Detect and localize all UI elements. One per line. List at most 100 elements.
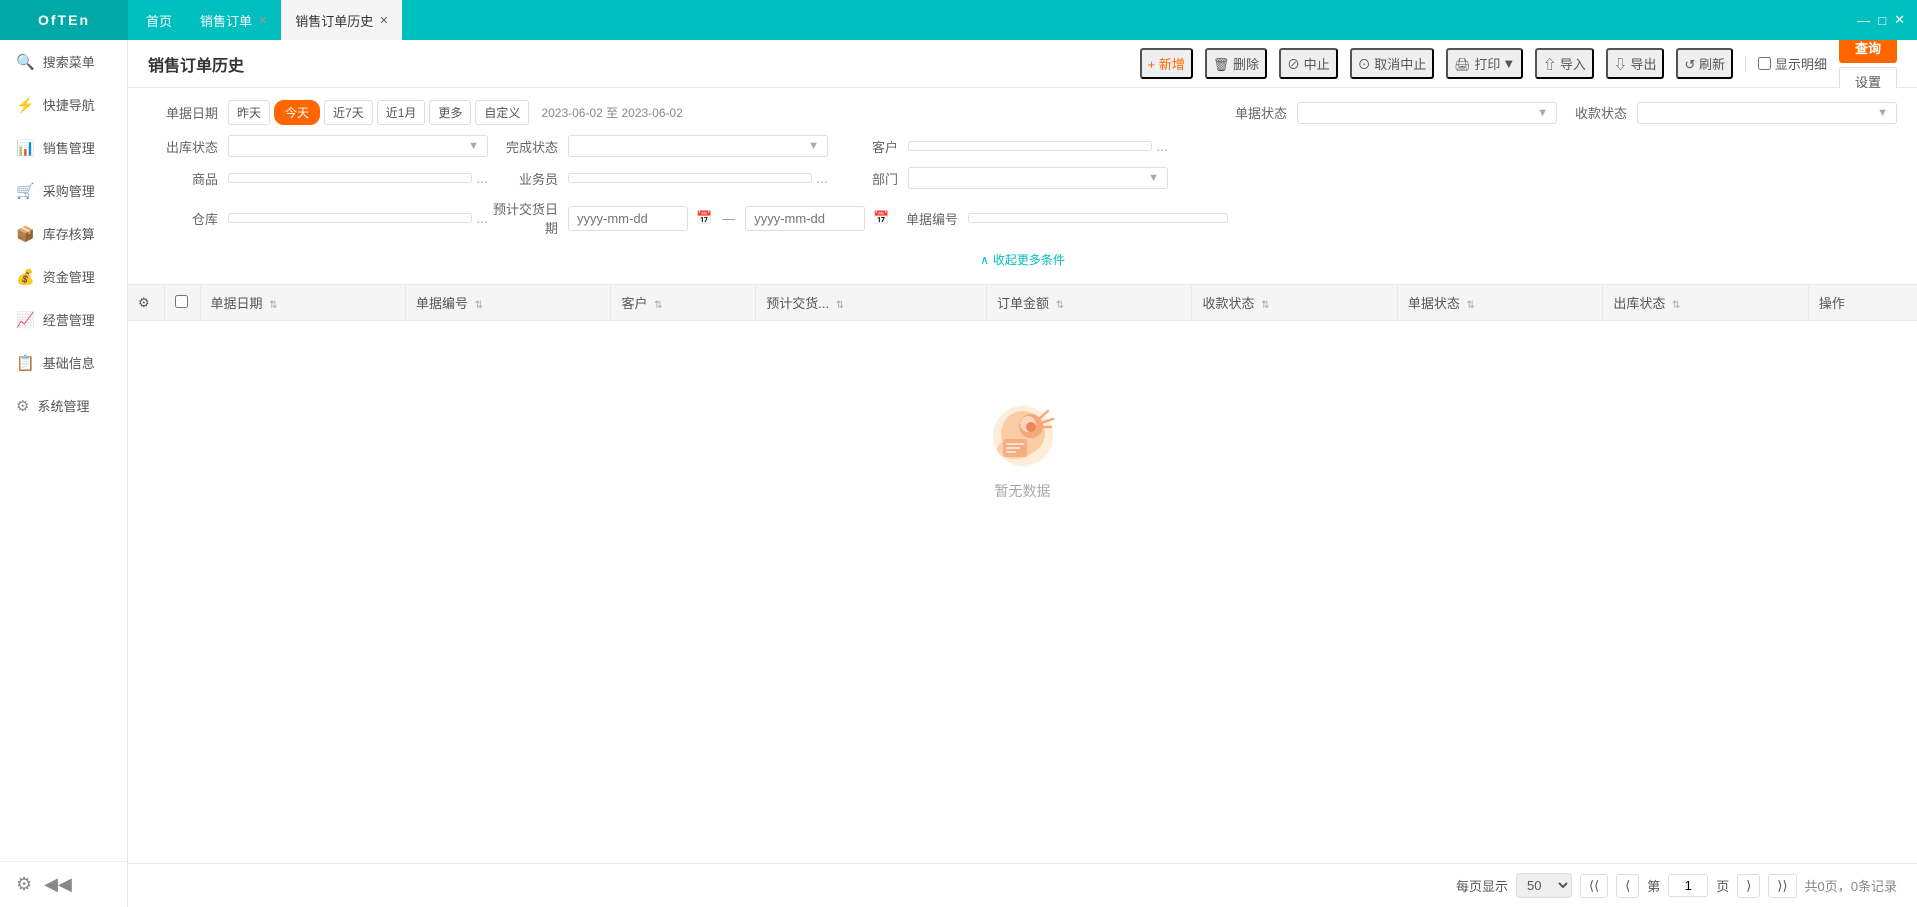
- salesperson-label: 业务员: [488, 169, 568, 188]
- first-page-btn[interactable]: ⟨⟨: [1580, 874, 1608, 898]
- window-minimize[interactable]: —: [1857, 13, 1870, 28]
- customer-input[interactable]: [908, 141, 1152, 151]
- warehouse-input[interactable]: [228, 213, 472, 223]
- sidebar-item-system[interactable]: ⚙ 系统管理: [0, 384, 127, 427]
- date-btn-more[interactable]: 更多: [429, 100, 471, 125]
- calendar-from-icon[interactable]: 📅: [696, 210, 712, 226]
- next-page-btn[interactable]: ⟩: [1737, 874, 1760, 898]
- calendar-to-icon[interactable]: 📅: [873, 210, 889, 226]
- receipt-status-label: 收款状态: [1557, 103, 1637, 122]
- salesperson-input[interactable]: [568, 173, 812, 183]
- select-all-checkbox[interactable]: [175, 295, 188, 308]
- sidebar-item-purchase[interactable]: 🛒 采购管理: [0, 169, 127, 212]
- delivery-to-input[interactable]: [745, 206, 865, 231]
- date-btn-custom[interactable]: 自定义: [475, 100, 529, 125]
- status-select[interactable]: ▼: [1297, 102, 1557, 124]
- date-btn-yesterday[interactable]: 昨天: [228, 100, 270, 125]
- page-suffix: 页: [1716, 876, 1729, 895]
- query-button[interactable]: 查询: [1839, 40, 1897, 63]
- tab-home[interactable]: 首页: [132, 0, 186, 40]
- tab-sales-order-history-close[interactable]: ✕: [379, 14, 388, 27]
- window-close[interactable]: ✕: [1894, 12, 1905, 28]
- col-out-status[interactable]: 出库状态 ⇅: [1603, 285, 1808, 321]
- out-status-select[interactable]: ▼: [228, 135, 488, 157]
- sidebar-item-base-info[interactable]: 📋 基础信息: [0, 341, 127, 384]
- col-gear[interactable]: ⚙: [128, 285, 164, 321]
- refresh-button[interactable]: ↺ 刷新: [1676, 48, 1733, 79]
- table-footer: 每页显示 50 10 20 100 ⟨⟨ ⟨ 第 页 ⟩ ⟩⟩ 共0页，0条记录: [128, 863, 1917, 907]
- date-btn-7days[interactable]: 近7天: [324, 100, 373, 125]
- new-button[interactable]: + 新增: [1140, 48, 1193, 79]
- inventory-icon: 📦: [16, 225, 35, 243]
- order-no-label: 单据编号: [888, 209, 968, 228]
- sidebar-item-system-label: 系统管理: [37, 396, 89, 415]
- page-header: 销售订单历史 + 新增 🗑 删除 ⊘ 中止 ⊙ 取消中止 🖨 打印 ▼ ⇧ 导入…: [128, 40, 1917, 88]
- receipt-status-select[interactable]: ▼: [1637, 102, 1897, 124]
- goods-input[interactable]: [228, 173, 472, 183]
- empty-text: 暂无数据: [995, 481, 1051, 501]
- complete-status-arrow-icon: ▼: [808, 140, 819, 152]
- department-label: 部门: [828, 169, 908, 188]
- date-label: 单据日期: [148, 103, 228, 122]
- warehouse-ellipsis[interactable]: ...: [476, 210, 488, 226]
- tab-sales-order[interactable]: 销售订单 ✕: [186, 0, 281, 40]
- customer-ellipsis[interactable]: ...: [1156, 138, 1168, 154]
- salesperson-ellipsis[interactable]: ...: [816, 170, 828, 186]
- import-button[interactable]: ⇧ 导入: [1535, 48, 1594, 79]
- quick-nav-icon: ⚡: [16, 96, 35, 114]
- order-no-input[interactable]: [968, 213, 1228, 223]
- col-operation: 操作: [1808, 285, 1917, 321]
- collapse-icon: ∧: [980, 253, 989, 267]
- customer-label: 客户: [828, 137, 908, 156]
- per-page-select[interactable]: 50 10 20 100: [1516, 873, 1572, 898]
- sidebar-item-sales[interactable]: 📊 销售管理: [0, 126, 127, 169]
- window-maximize[interactable]: □: [1878, 13, 1886, 28]
- col-customer[interactable]: 客户 ⇅: [611, 285, 756, 321]
- col-delivery[interactable]: 预计交货... ⇅: [756, 285, 987, 321]
- col-receipt-status[interactable]: 收款状态 ⇅: [1192, 285, 1397, 321]
- display-cols-toggle[interactable]: 显示明细: [1758, 54, 1827, 73]
- last-page-btn[interactable]: ⟩⟩: [1768, 874, 1796, 898]
- page-label: 第: [1647, 876, 1660, 895]
- cancel-stop-button[interactable]: ⊙ 取消中止: [1350, 48, 1435, 79]
- sidebar-collapse-icon[interactable]: ◀◀: [44, 874, 72, 895]
- sidebar-item-quick-nav[interactable]: ⚡ 快捷导航: [0, 83, 127, 126]
- col-check[interactable]: [164, 285, 200, 321]
- sidebar-item-inventory[interactable]: 📦 库存核算: [0, 212, 127, 255]
- goods-ellipsis[interactable]: ...: [476, 170, 488, 186]
- complete-status-select[interactable]: ▼: [568, 135, 828, 157]
- logo-text: OfTEn: [38, 12, 90, 28]
- sidebar-item-purchase-label: 采购管理: [43, 181, 95, 200]
- prev-page-btn[interactable]: ⟨: [1616, 874, 1639, 898]
- page-input[interactable]: [1668, 874, 1708, 897]
- sidebar-item-operations[interactable]: 📈 经营管理: [0, 298, 127, 341]
- tab-sales-order-close[interactable]: ✕: [258, 14, 267, 27]
- col-date[interactable]: 单据日期 ⇅: [200, 285, 405, 321]
- col-number[interactable]: 单据编号 ⇅: [405, 285, 610, 321]
- display-cols-checkbox[interactable]: [1758, 57, 1771, 70]
- out-status-label: 出库状态: [148, 137, 228, 156]
- stop-button[interactable]: ⊘ 中止: [1279, 48, 1338, 79]
- system-icon: ⚙: [16, 397, 29, 415]
- sort-out-status-icon: ⇅: [1672, 300, 1680, 311]
- tab-home-label: 首页: [146, 11, 172, 30]
- sidebar-item-search-menu[interactable]: 🔍 搜索菜单: [0, 40, 127, 83]
- col-amount[interactable]: 订单金额 ⇅: [986, 285, 1191, 321]
- date-btn-1month[interactable]: 近1月: [377, 100, 426, 125]
- department-select[interactable]: ▼: [908, 167, 1168, 189]
- sort-customer-icon: ⇅: [654, 300, 662, 311]
- delivery-from-input[interactable]: [568, 206, 688, 231]
- print-button[interactable]: 🖨 打印 ▼: [1446, 48, 1523, 79]
- col-bill-status[interactable]: 单据状态 ⇅: [1397, 285, 1602, 321]
- sidebar-bottom-settings-icon[interactable]: ⚙: [16, 874, 32, 895]
- delete-button[interactable]: 🗑 删除: [1205, 48, 1267, 79]
- purchase-icon: 🛒: [16, 182, 35, 200]
- tab-sales-order-history[interactable]: 销售订单历史 ✕: [281, 0, 402, 40]
- base-info-icon: 📋: [16, 354, 35, 372]
- sidebar-item-finance[interactable]: 💰 资金管理: [0, 255, 127, 298]
- date-separator: —: [722, 211, 735, 226]
- sort-date-icon: ⇅: [269, 300, 277, 311]
- date-btn-today[interactable]: 今天: [274, 100, 320, 125]
- collapse-row[interactable]: ∧ 收起更多条件: [148, 247, 1897, 272]
- export-button[interactable]: ⇩ 导出: [1606, 48, 1665, 79]
